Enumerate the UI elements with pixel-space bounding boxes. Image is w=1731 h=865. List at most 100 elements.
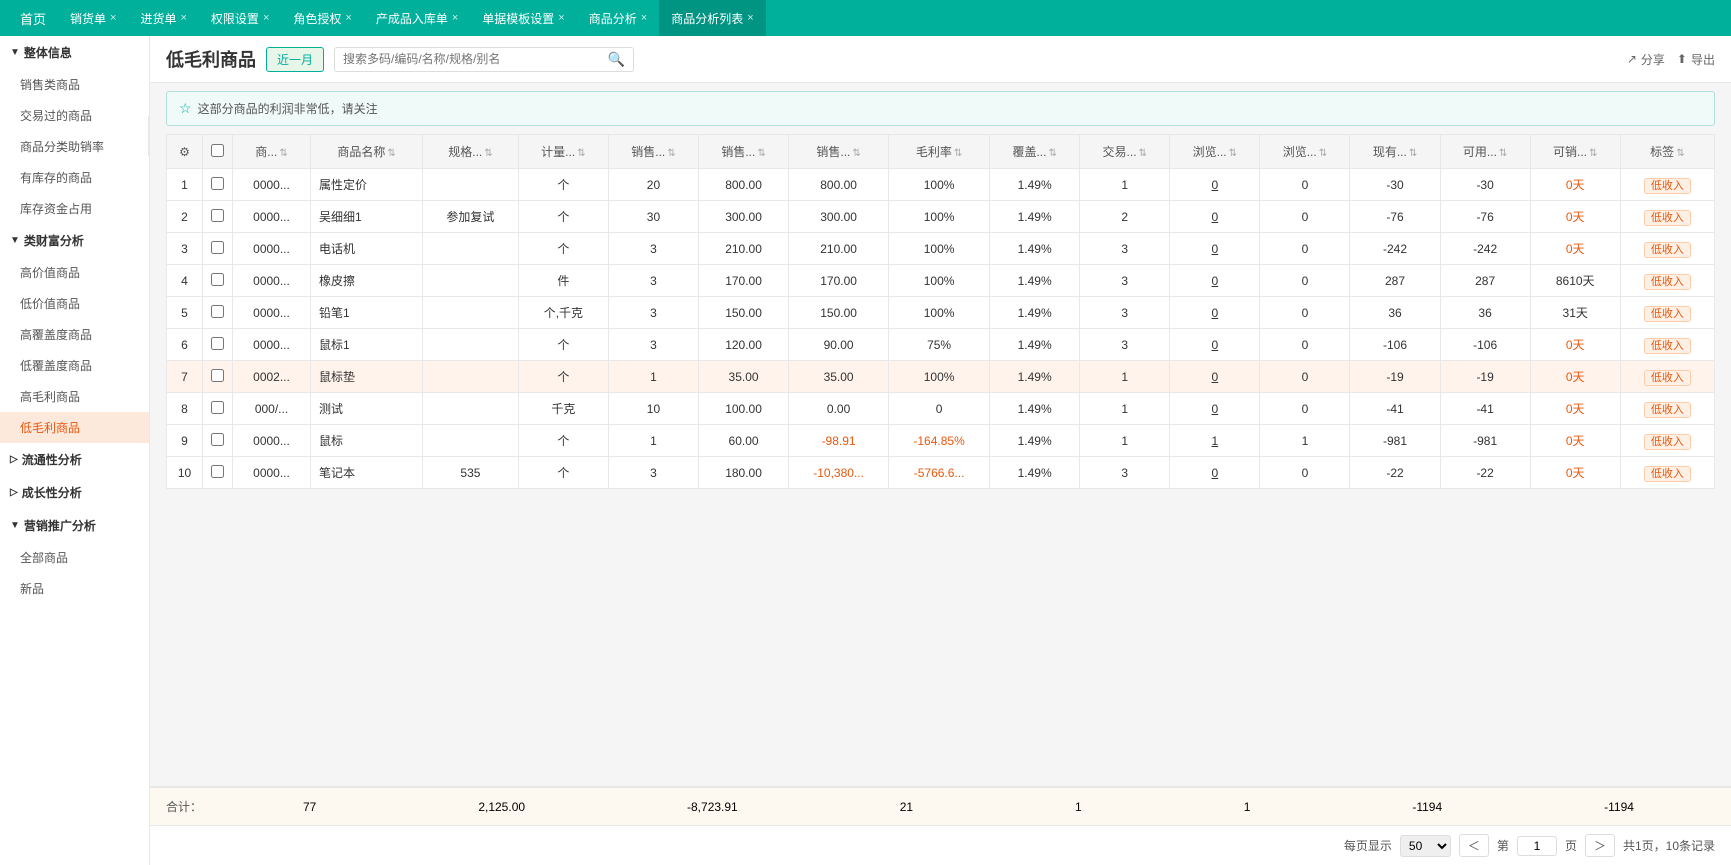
row-gross-margin: 100%: [889, 201, 990, 233]
sidebar-item-new-products[interactable]: 新品: [0, 573, 149, 604]
row-views1[interactable]: 0: [1170, 233, 1260, 265]
sidebar-group-liquidity[interactable]: ▷ 流通性分析: [0, 443, 149, 476]
row-name[interactable]: 属性定价: [311, 169, 423, 201]
current-page-input[interactable]: [1517, 836, 1557, 856]
total-available-stock: -1194: [1604, 800, 1634, 814]
row-views1[interactable]: 0: [1170, 457, 1260, 489]
row-checkbox[interactable]: [203, 361, 233, 393]
col-sales-price[interactable]: 销售...⇅: [699, 135, 789, 169]
row-name[interactable]: 测试: [311, 393, 423, 425]
sidebar-group-overall[interactable]: ▼ 整体信息: [0, 36, 149, 69]
sidebar-group-wealth[interactable]: ▼ 类财富分析: [0, 224, 149, 257]
col-available-stock[interactable]: 可用...⇅: [1440, 135, 1530, 169]
close-icon[interactable]: ×: [558, 12, 564, 24]
close-icon[interactable]: ×: [345, 12, 351, 24]
nav-home[interactable]: 首页: [8, 0, 58, 36]
row-views1[interactable]: 0: [1170, 201, 1260, 233]
col-gross-margin[interactable]: 毛利率⇅: [889, 135, 990, 169]
page-size-select[interactable]: 50 100 200: [1400, 835, 1451, 857]
row-spec: [423, 329, 519, 361]
nav-permission-settings[interactable]: 权限设置 ×: [199, 0, 281, 36]
col-coverage[interactable]: 覆盖...⇅: [990, 135, 1080, 169]
col-transactions[interactable]: 交易...⇅: [1080, 135, 1170, 169]
sidebar-item-inventory-capital[interactable]: 库存资金占用: [0, 193, 149, 224]
sidebar-item-low-coverage[interactable]: 低覆盖度商品: [0, 350, 149, 381]
row-num: 9: [167, 425, 203, 457]
row-name[interactable]: 橡皮擦: [311, 265, 423, 297]
close-icon[interactable]: ×: [180, 12, 186, 24]
row-name[interactable]: 电话机: [311, 233, 423, 265]
sidebar-item-low-value[interactable]: 低价值商品: [0, 288, 149, 319]
close-icon[interactable]: ×: [110, 12, 116, 24]
nav-role-auth[interactable]: 角色授权 ×: [281, 0, 363, 36]
row-views1[interactable]: 0: [1170, 329, 1260, 361]
share-button[interactable]: ↗ 分享: [1627, 51, 1665, 68]
select-all-checkbox[interactable]: [211, 144, 224, 157]
col-unit[interactable]: 计量...⇅: [518, 135, 608, 169]
sidebar-item-high-value[interactable]: 高价值商品: [0, 257, 149, 288]
next-page-button[interactable]: ＞: [1585, 834, 1615, 857]
row-views1[interactable]: 0: [1170, 265, 1260, 297]
row-name[interactable]: 笔记本: [311, 457, 423, 489]
export-button[interactable]: ⬆ 导出: [1677, 51, 1715, 68]
row-checkbox[interactable]: [203, 265, 233, 297]
row-checkbox[interactable]: [203, 393, 233, 425]
nav-purchase-order[interactable]: 进货单 ×: [128, 0, 198, 36]
sidebar-item-category-sales-rate[interactable]: 商品分类助销率: [0, 131, 149, 162]
col-views2[interactable]: 浏览...⇅: [1260, 135, 1350, 169]
row-checkbox[interactable]: [203, 201, 233, 233]
sidebar-item-sales-products[interactable]: 销售类商品: [0, 69, 149, 100]
row-checkbox[interactable]: [203, 425, 233, 457]
row-checkbox[interactable]: [203, 329, 233, 361]
row-name[interactable]: 鼠标垫: [311, 361, 423, 393]
col-views1[interactable]: 浏览...⇅: [1170, 135, 1260, 169]
nav-product-analysis[interactable]: 商品分析 ×: [577, 0, 659, 36]
row-views1[interactable]: 0: [1170, 361, 1260, 393]
row-checkbox[interactable]: [203, 233, 233, 265]
row-checkbox[interactable]: [203, 297, 233, 329]
col-checkbox[interactable]: [203, 135, 233, 169]
row-views1[interactable]: 0: [1170, 169, 1260, 201]
total-bar: 合计： 77 2,125.00 -8,723.91 21 1 1 -1194 -…: [150, 786, 1731, 825]
col-current-stock[interactable]: 现有...⇅: [1350, 135, 1440, 169]
row-views1[interactable]: 0: [1170, 297, 1260, 329]
nav-sales-order[interactable]: 销货单 ×: [58, 0, 128, 36]
close-icon[interactable]: ×: [747, 12, 753, 24]
sidebar-item-high-margin[interactable]: 高毛利商品: [0, 381, 149, 412]
row-current-stock: -19: [1350, 361, 1440, 393]
close-icon[interactable]: ×: [263, 12, 269, 24]
nav-product-analysis-list[interactable]: 商品分析列表 ×: [659, 0, 765, 36]
search-icon[interactable]: 🔍: [608, 51, 625, 68]
col-spec[interactable]: 规格...⇅: [423, 135, 519, 169]
sidebar-group-marketing[interactable]: ▼ 营销推广分析: [0, 509, 149, 542]
date-filter-button[interactable]: 近一月: [266, 47, 324, 72]
search-input[interactable]: [343, 52, 608, 66]
nav-template-settings[interactable]: 单据模板设置 ×: [470, 0, 576, 36]
row-name[interactable]: 鼠标: [311, 425, 423, 457]
sidebar-item-high-coverage[interactable]: 高覆盖度商品: [0, 319, 149, 350]
row-checkbox[interactable]: [203, 169, 233, 201]
sidebar-group-growth[interactable]: ▷ 成长性分析: [0, 476, 149, 509]
col-sales-amount[interactable]: 销售...⇅: [789, 135, 889, 169]
col-code[interactable]: 商...⇅: [233, 135, 311, 169]
sidebar-item-low-margin[interactable]: 低毛利商品: [0, 412, 149, 443]
col-settings[interactable]: ⚙: [167, 135, 203, 169]
nav-product-entry[interactable]: 产成品入库单 ×: [364, 0, 470, 36]
row-name[interactable]: 吴细细1: [311, 201, 423, 233]
col-tag[interactable]: 标签⇅: [1620, 135, 1714, 169]
close-icon[interactable]: ×: [452, 12, 458, 24]
row-views1[interactable]: 1: [1170, 425, 1260, 457]
row-views1[interactable]: 0: [1170, 393, 1260, 425]
prev-page-button[interactable]: ＜: [1459, 834, 1489, 857]
col-saleable-days[interactable]: 可销...⇅: [1530, 135, 1620, 169]
row-name[interactable]: 鼠标1: [311, 329, 423, 361]
sidebar-item-traded-products[interactable]: 交易过的商品: [0, 100, 149, 131]
row-name[interactable]: 铅笔1: [311, 297, 423, 329]
col-name[interactable]: 商品名称⇅: [311, 135, 423, 169]
col-sales-qty[interactable]: 销售...⇅: [608, 135, 698, 169]
sidebar-item-stocked-products[interactable]: 有库存的商品: [0, 162, 149, 193]
row-views2: 0: [1260, 329, 1350, 361]
row-checkbox[interactable]: [203, 457, 233, 489]
sidebar-item-all-products[interactable]: 全部商品: [0, 542, 149, 573]
close-icon[interactable]: ×: [641, 12, 647, 24]
